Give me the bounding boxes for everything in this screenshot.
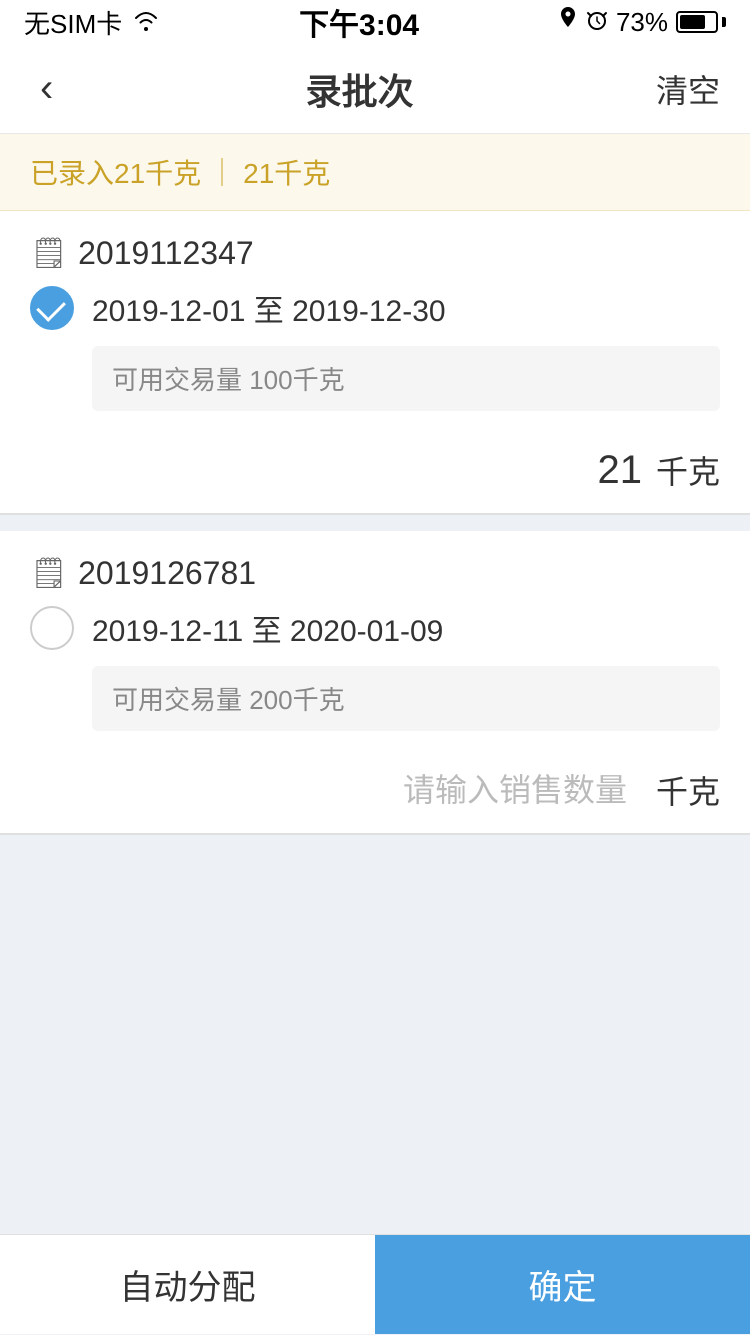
back-button[interactable]: ‹: [30, 56, 63, 121]
footer: 自动分配 确定: [0, 1234, 750, 1334]
batch-radio-1[interactable]: [30, 286, 74, 330]
wifi-icon: [132, 7, 160, 38]
batch-doc-icon-2: 🗒: [30, 556, 68, 591]
status-bar: 无SIM卡 下午3:04: [0, 0, 750, 44]
batch-doc-icon-1: 🗒: [30, 236, 68, 271]
clear-button[interactable]: 清空: [656, 66, 720, 112]
confirm-button[interactable]: 确定: [375, 1235, 750, 1334]
confirm-label: 确定: [529, 1260, 597, 1309]
batch-qty-unit-1: 千克: [656, 447, 720, 493]
entered-amount-label: 已录入21千克: [30, 152, 201, 192]
auto-assign-button[interactable]: 自动分配: [0, 1235, 375, 1334]
qty-input-2[interactable]: [222, 772, 642, 809]
batch-qty-row-1: 21 千克: [0, 431, 750, 515]
status-right: 73%: [558, 7, 726, 38]
batch-date-text-1: 2019-12-01 至 2019-12-30: [92, 286, 446, 330]
batch-date-text-2: 2019-12-11 至 2020-01-09: [92, 606, 443, 650]
status-left: 无SIM卡: [24, 4, 160, 41]
section-divider: [0, 515, 750, 531]
entered-amount-value: 21千克: [243, 152, 330, 192]
batch-id-row-1: 🗒 2019112347: [30, 235, 720, 272]
batch-date-row-1: 2019-12-01 至 2019-12-30: [30, 286, 720, 330]
batch-avail-text-2: 可用交易量 200千克: [112, 685, 345, 715]
batch-id-text-2: 2019126781: [78, 555, 256, 592]
info-bar: 已录入21千克 21千克: [0, 134, 750, 211]
battery-percent: 73%: [616, 7, 668, 38]
batch-avail-box-2: 可用交易量 200千克: [92, 666, 720, 731]
page-title: 录批次: [306, 63, 414, 115]
auto-assign-label: 自动分配: [120, 1260, 256, 1309]
info-divider: [221, 158, 223, 186]
batch-card-2: 🗒 2019126781 2019-12-11 至 2020-01-09 可用交…: [0, 531, 750, 835]
batch-qty-value-1: 21: [597, 448, 642, 493]
carrier-label: 无SIM卡: [24, 4, 122, 41]
batch-date-row-2: 2019-12-11 至 2020-01-09: [30, 606, 720, 650]
location-icon: [558, 7, 578, 38]
batch-avail-box-1: 可用交易量 100千克: [92, 346, 720, 411]
alarm-icon: [586, 7, 608, 38]
batch-card-1: 🗒 2019112347 2019-12-01 至 2019-12-30 可用交…: [0, 211, 750, 515]
batch-radio-2[interactable]: [30, 606, 74, 650]
batch-id-text-1: 2019112347: [78, 235, 254, 272]
nav-bar: ‹ 录批次 清空: [0, 44, 750, 134]
battery-icon: [676, 11, 726, 33]
batch-avail-text-1: 可用交易量 100千克: [112, 365, 345, 395]
input-unit-2: 千克: [656, 767, 720, 813]
batch-id-row-2: 🗒 2019126781: [30, 555, 720, 592]
bottom-spacer: [0, 835, 750, 1235]
batch-input-row-2: 千克: [0, 751, 750, 835]
status-time: 下午3:04: [299, 0, 419, 44]
